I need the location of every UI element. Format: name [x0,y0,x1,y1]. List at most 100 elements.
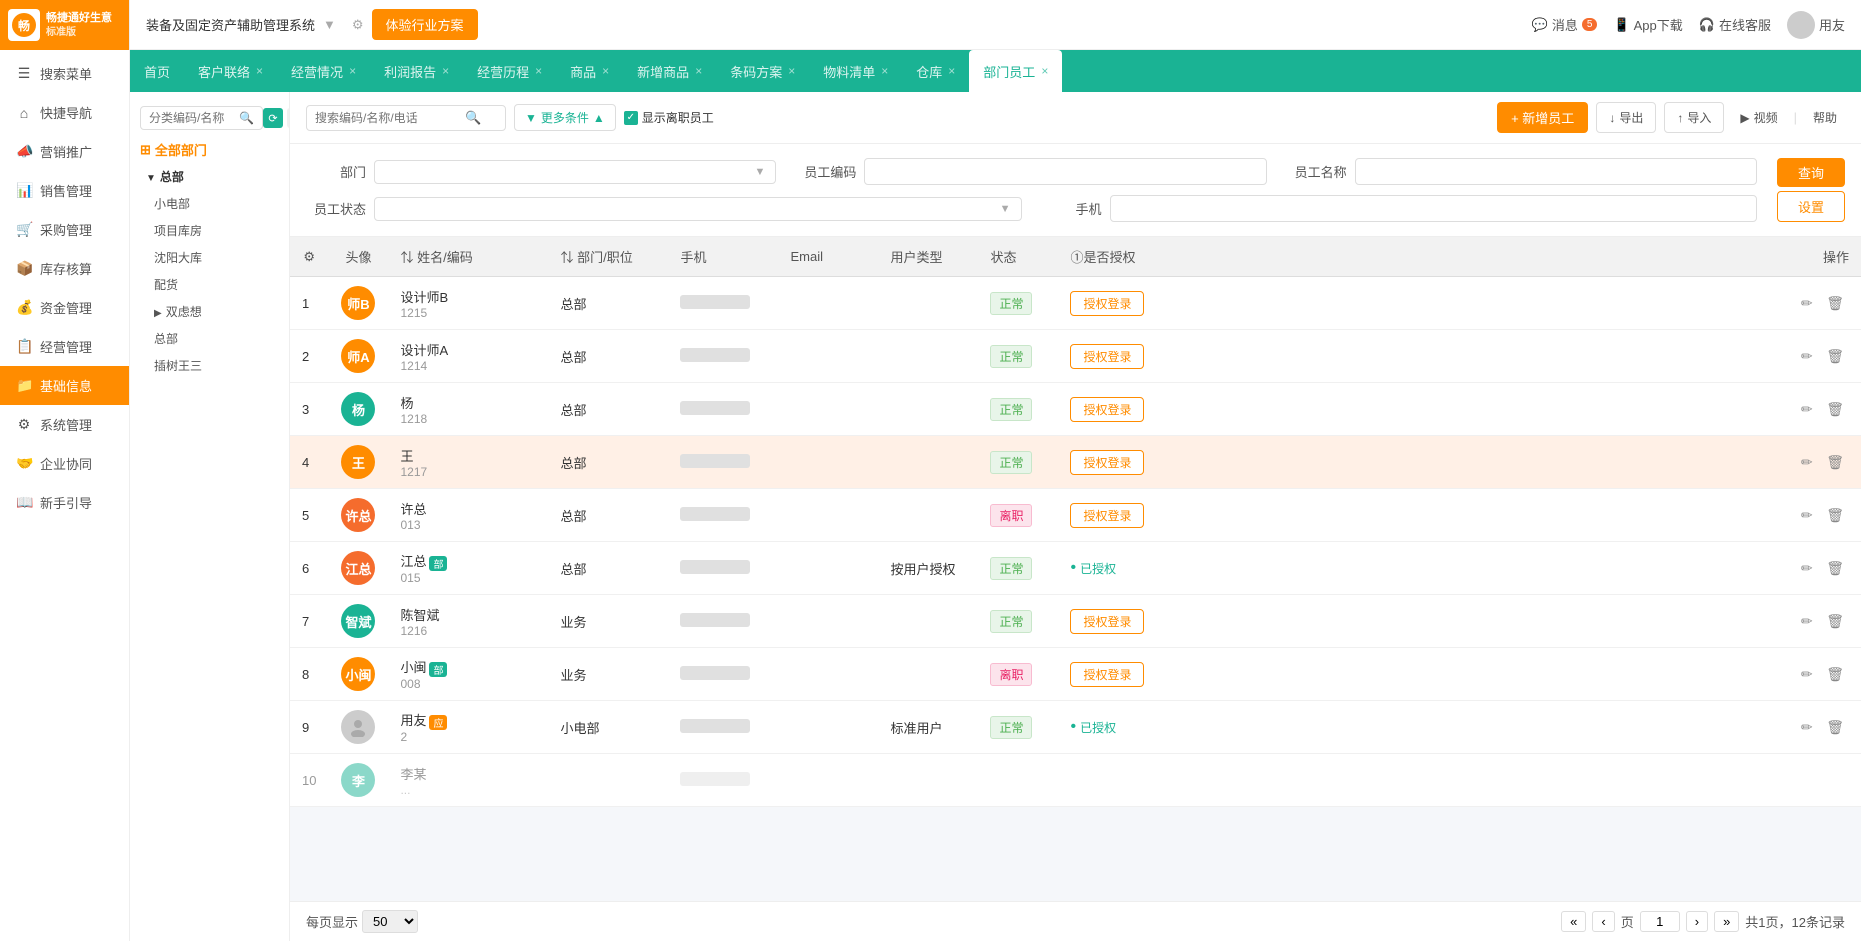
page-number-input[interactable] [1640,911,1680,932]
reset-btn[interactable]: 设置 [1777,191,1845,222]
tab-customer-close[interactable]: × [256,64,263,78]
edit-btn[interactable]: ✏ [1796,451,1818,474]
sidebar-item-inventory[interactable]: 📦 库存核算 [0,249,129,288]
phone-input[interactable] [1110,195,1758,222]
edit-btn[interactable]: ✏ [1796,663,1818,686]
delete-btn[interactable]: 🗑 [1821,292,1849,315]
trial-button[interactable]: 体验行业方案 [372,9,478,40]
auth-btn[interactable]: 授权登录 [1070,662,1144,687]
dept-item-shuanglv[interactable]: ▶双虑想 [138,298,281,325]
dept-item-chashuwang[interactable]: 插树王三 [138,352,281,379]
delete-btn[interactable]: 🗑 [1821,716,1849,739]
sidebar-item-sales[interactable]: 📊 销售管理 [0,171,129,210]
view-btn[interactable]: ▶ 视频 [1732,105,1785,130]
col-settings[interactable]: ⚙ [290,237,328,277]
edit-btn[interactable]: ✏ [1796,716,1818,739]
delete-btn[interactable]: 🗑 [1821,451,1849,474]
col-phone-header[interactable]: 手机 [668,237,778,277]
delete-btn[interactable]: 🗑 [1821,610,1849,633]
last-page-btn[interactable]: » [1714,911,1739,932]
page-size-select[interactable]: 50 100 [362,910,418,933]
delete-btn[interactable]: 🗑 [1821,504,1849,527]
next-page-btn[interactable]: › [1686,911,1708,932]
dept-item-small-elec[interactable]: 小电部 [138,190,281,217]
tab-customer[interactable]: 客户联络 × [184,50,277,92]
tab-profit[interactable]: 利润报告 × [370,50,463,92]
edit-btn[interactable]: ✏ [1796,345,1818,368]
tab-barcode-close[interactable]: × [788,64,795,78]
tab-barcode[interactable]: 条码方案 × [716,50,809,92]
tab-add-goods[interactable]: 新增商品 × [623,50,716,92]
tab-operations-close[interactable]: × [349,64,356,78]
delete-btn[interactable]: 🗑 [1821,345,1849,368]
help-btn[interactable]: 帮助 [1805,105,1845,130]
tab-dept-employee-close[interactable]: × [1041,64,1048,78]
sidebar-item-ops[interactable]: 📋 经营管理 [0,327,129,366]
employee-search-icon[interactable]: 🔍 [465,110,481,126]
sidebar-item-nav[interactable]: ⌂ 快捷导航 [0,93,129,132]
query-btn[interactable]: 查询 [1777,158,1845,187]
tab-bom-close[interactable]: × [881,64,888,78]
prev-page-btn[interactable]: ‹ [1592,911,1614,932]
tab-operations[interactable]: 经营情况 × [277,50,370,92]
messages-btn[interactable]: 💬 消息 5 [1532,15,1598,34]
edit-btn[interactable]: ✏ [1796,557,1818,580]
edit-btn[interactable]: ✏ [1796,292,1818,315]
export-btn[interactable]: ↓ 导出 [1596,102,1656,133]
tab-profit-close[interactable]: × [442,64,449,78]
auth-btn[interactable]: 授权登录 [1070,291,1144,316]
auth-btn[interactable]: 授权登录 [1070,503,1144,528]
tab-bom[interactable]: 物料清单 × [809,50,902,92]
more-filter-btn[interactable]: ▼ 更多条件 ▲ [514,104,616,131]
dept-filter-select[interactable]: ▼ [374,160,776,184]
auth-btn[interactable]: 授权登录 [1070,344,1144,369]
dept-item-general[interactable]: ▼总部 [138,163,281,190]
sidebar-item-marketing[interactable]: 📣 营销推广 [0,132,129,171]
sidebar-item-purchase[interactable]: 🛒 采购管理 [0,210,129,249]
dept-item-project[interactable]: 项目库房 [138,217,281,244]
auth-btn[interactable]: 授权登录 [1070,609,1144,634]
topbar-settings-icon[interactable]: ⚙ [352,17,364,33]
dept-item-shenyang[interactable]: 沈阳大库 [138,244,281,271]
dept-search-icon[interactable]: 🔍 [239,111,254,125]
tab-warehouse-close[interactable]: × [948,64,955,78]
import-btn[interactable]: ↑ 导入 [1664,102,1724,133]
dept-refresh-btn[interactable]: ⟳ [263,108,283,128]
edit-btn[interactable]: ✏ [1796,504,1818,527]
topbar-dropdown-icon[interactable]: ▼ [323,17,336,32]
auth-btn[interactable]: 授权登录 [1070,397,1144,422]
edit-btn[interactable]: ✏ [1796,610,1818,633]
tab-history-close[interactable]: × [535,64,542,78]
app-download-btn[interactable]: 📱 App下载 [1613,15,1682,34]
sidebar-item-system[interactable]: ⚙ 系统管理 [0,405,129,444]
emp-code-input[interactable] [864,158,1266,185]
dept-item-general2[interactable]: 总部 [138,325,281,352]
dept-search-input[interactable] [149,111,239,125]
tab-warehouse[interactable]: 仓库 × [902,50,969,92]
first-page-btn[interactable]: « [1561,911,1586,932]
sidebar-item-guide[interactable]: 📖 新手引导 [0,483,129,522]
sidebar-item-collab[interactable]: 🤝 企业协同 [0,444,129,483]
add-employee-btn[interactable]: + 新增员工 [1497,102,1588,133]
online-service-btn[interactable]: 🎧 在线客服 [1699,15,1771,34]
emp-name-input[interactable] [1355,158,1757,185]
emp-status-select[interactable]: ▼ [374,197,1022,221]
tab-home[interactable]: 首页 [130,50,184,92]
col-name-header[interactable]: ⇅ 姓名/编码 [388,237,548,277]
tab-goods[interactable]: 商品 × [556,50,623,92]
dept-item-delivery[interactable]: 配货 [138,271,281,298]
delete-btn[interactable]: 🗑 [1821,663,1849,686]
delete-btn[interactable]: 🗑 [1821,557,1849,580]
sidebar-item-basic[interactable]: 📁 基础信息 [0,366,129,405]
tab-history[interactable]: 经营历程 × [463,50,556,92]
tab-dept-employee[interactable]: 部门员工 × [969,50,1062,92]
edit-btn[interactable]: ✏ [1796,398,1818,421]
tab-add-goods-close[interactable]: × [695,64,702,78]
employee-search-input[interactable] [315,111,465,125]
col-dept-header[interactable]: ⇅ 部门/职位 [548,237,668,277]
user-menu[interactable]: 用友 [1787,11,1845,39]
tab-goods-close[interactable]: × [602,64,609,78]
sidebar-item-search[interactable]: ☰ 搜索菜单 [0,54,129,93]
auth-btn[interactable]: 授权登录 [1070,450,1144,475]
sidebar-item-finance[interactable]: 💰 资金管理 [0,288,129,327]
